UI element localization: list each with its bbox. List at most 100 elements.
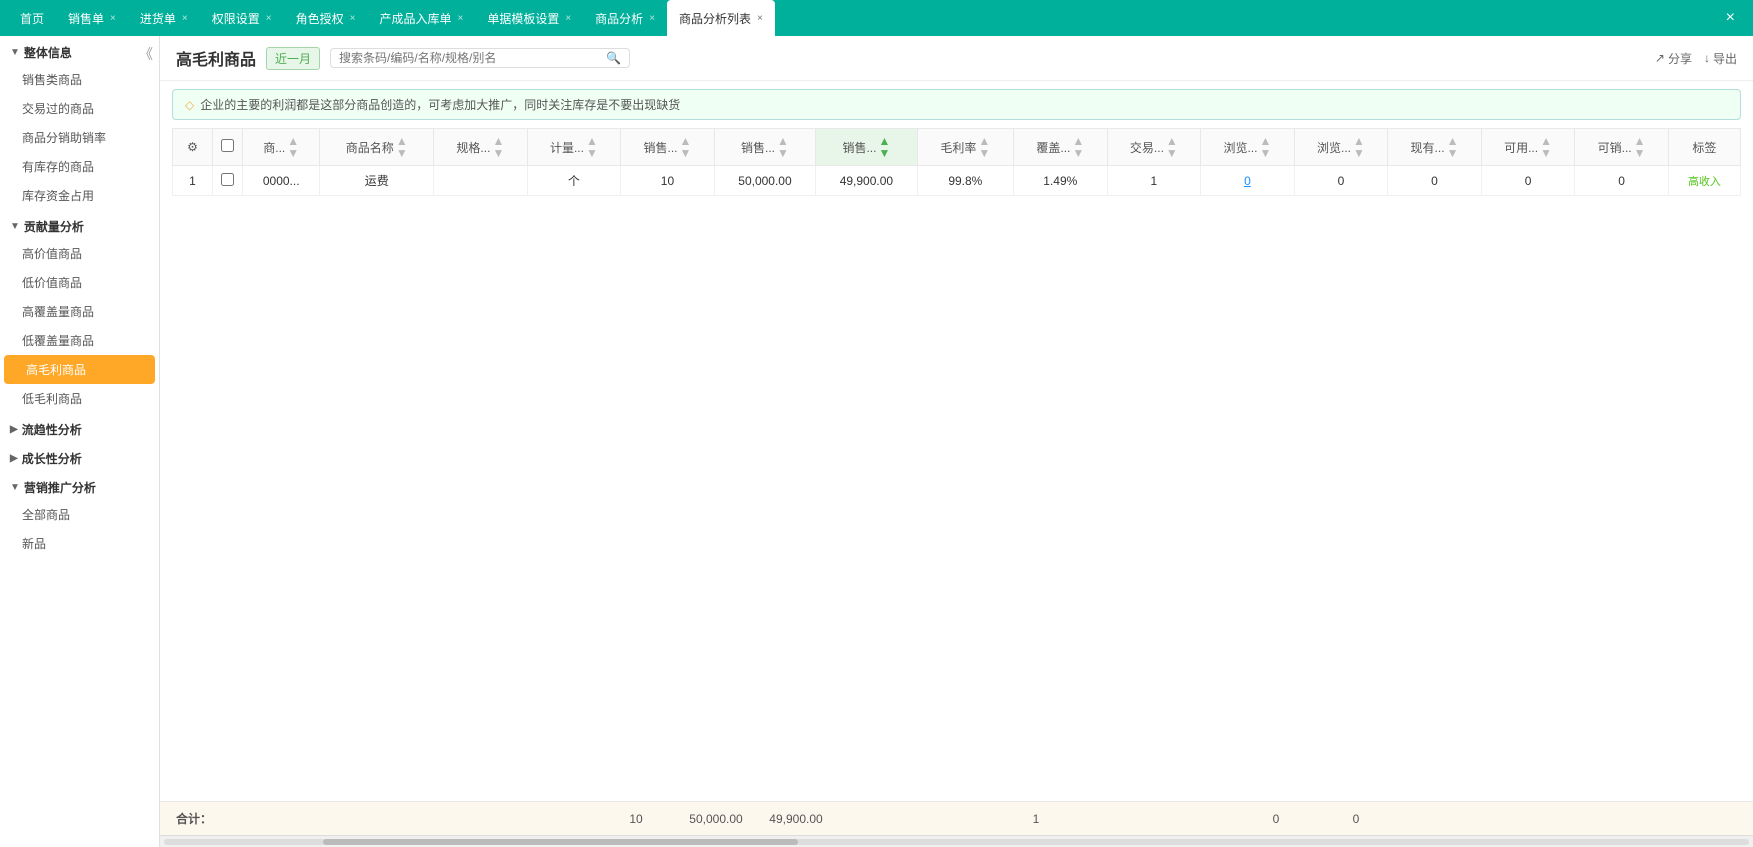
cell-saleable: 0	[1575, 166, 1669, 196]
close-inbound-icon[interactable]: ×	[457, 13, 463, 24]
col-coverage[interactable]: 覆盖... ▲▼	[1014, 129, 1108, 166]
cell-transaction: 1	[1107, 166, 1201, 196]
col-checkbox[interactable]	[213, 129, 243, 166]
sidebar-item-high-value[interactable]: 高价值商品	[0, 239, 159, 268]
close-analysis-list-icon[interactable]: ×	[757, 13, 763, 24]
col-code[interactable]: 商... ▲▼	[243, 129, 320, 166]
col-tag: 标签	[1668, 129, 1740, 166]
cell-available: 0	[1481, 166, 1575, 196]
col-sales2[interactable]: 销售... ▲▼	[714, 129, 815, 166]
sidebar-item-high-coverage[interactable]: 高覆盖量商品	[0, 297, 159, 326]
app-close-button[interactable]: ×	[1716, 9, 1745, 27]
trend-group-arrow: ▶	[10, 424, 18, 435]
sidebar-group-growth[interactable]: ▶ 成长性分析	[0, 442, 159, 471]
export-button[interactable]: ↓ 导出	[1704, 50, 1737, 67]
sidebar-group-overall[interactable]: ▼ 整体信息	[0, 36, 159, 65]
col-sales3[interactable]: 销售... ▲▼	[816, 129, 917, 166]
bottom-scrollbar[interactable]	[160, 835, 1753, 847]
cell-unit: 个	[527, 166, 621, 196]
cell-index: 1	[173, 166, 213, 196]
cell-current: 0	[1388, 166, 1482, 196]
sidebar-item-in-stock[interactable]: 有库存的商品	[0, 152, 159, 181]
footer-bar: 合计： 10 50,000.00 49,900.00 1 0 0	[160, 801, 1753, 835]
sidebar-group-trend[interactable]: ▶ 流趋性分析	[0, 413, 159, 442]
search-icon[interactable]: 🔍	[606, 51, 621, 65]
table-wrap: ⚙ 商... ▲▼	[160, 128, 1753, 801]
col-transaction[interactable]: 交易... ▲▼	[1107, 129, 1201, 166]
col-sales1[interactable]: 销售... ▲▼	[621, 129, 715, 166]
top-nav: 首页 销售单 × 进货单 × 权限设置 × 角色授权 × 产成品入库单 × 单据…	[0, 0, 1753, 36]
col-saleable[interactable]: 可销... ▲▼	[1575, 129, 1669, 166]
row-checkbox[interactable]	[221, 173, 234, 186]
table-row: 1 0000... 运费 个 10 50,000.00 49,900.00 99…	[173, 166, 1741, 196]
footer-cells: 10 50,000.00 49,900.00 1 0 0	[276, 812, 1737, 826]
close-purchase-icon[interactable]: ×	[182, 13, 188, 24]
browse1-link[interactable]: 0	[1244, 174, 1251, 188]
col-available[interactable]: 可用... ▲▼	[1481, 129, 1575, 166]
sidebar-group-contribution[interactable]: ▼ 贡献量分析	[0, 210, 159, 239]
col-name[interactable]: 商品名称 ▲▼	[320, 129, 434, 166]
search-wrap: 🔍	[330, 48, 630, 68]
nav-tab-inbound[interactable]: 产成品入库单 ×	[367, 0, 475, 36]
sidebar-item-distribution-rate[interactable]: 商品分销助销率	[0, 123, 159, 152]
cell-checkbox[interactable]	[213, 166, 243, 196]
filter-recent-month-button[interactable]: 近一月	[266, 47, 320, 70]
search-input[interactable]	[339, 51, 606, 65]
marketing-group-arrow: ▼	[10, 482, 20, 493]
nav-tab-template[interactable]: 单据模板设置 ×	[475, 0, 583, 36]
close-analysis-icon[interactable]: ×	[649, 13, 655, 24]
sidebar-item-low-coverage[interactable]: 低覆盖量商品	[0, 326, 159, 355]
cell-coverage: 1.49%	[1014, 166, 1108, 196]
col-gross-rate[interactable]: 毛利率 ▲▼	[917, 129, 1013, 166]
footer-sales1: 10	[596, 812, 676, 826]
sidebar-item-low-value[interactable]: 低价值商品	[0, 268, 159, 297]
footer-sales3: 49,900.00	[756, 812, 836, 826]
scrollbar-track[interactable]	[164, 839, 1749, 845]
nav-tab-home[interactable]: 首页	[8, 0, 56, 36]
close-permissions-icon[interactable]: ×	[266, 13, 272, 24]
data-table: ⚙ 商... ▲▼	[172, 128, 1741, 196]
footer-available: 0	[1316, 812, 1396, 826]
col-settings[interactable]: ⚙	[173, 129, 213, 166]
footer-current: 0	[1236, 812, 1316, 826]
sidebar-item-low-margin[interactable]: 低毛利商品	[0, 384, 159, 413]
sidebar-item-stock-capital[interactable]: 库存资金占用	[0, 181, 159, 210]
sidebar-item-all-goods[interactable]: 全部商品	[0, 500, 159, 529]
content-header: 高毛利商品 近一月 🔍 ↗ 分享 ↓ 导出	[160, 36, 1753, 81]
main-layout: 《 ▼ 整体信息 销售类商品 交易过的商品 商品分销助销率 有库存的商品 库存资…	[0, 36, 1753, 847]
nav-tab-permissions[interactable]: 权限设置 ×	[200, 0, 284, 36]
nav-tab-analysis-list[interactable]: 商品分析列表 ×	[667, 0, 775, 36]
header-actions: ↗ 分享 ↓ 导出	[1655, 50, 1737, 67]
share-icon: ↗	[1655, 51, 1665, 65]
col-browse1[interactable]: 浏览... ▲▼	[1201, 129, 1295, 166]
sidebar-item-new-goods[interactable]: 新品	[0, 529, 159, 558]
close-template-icon[interactable]: ×	[565, 13, 571, 24]
sidebar-group-marketing[interactable]: ▼ 营销推广分析	[0, 471, 159, 500]
nav-tab-roles[interactable]: 角色授权 ×	[284, 0, 368, 36]
cell-browse1[interactable]: 0	[1201, 166, 1295, 196]
sidebar-collapse-button[interactable]: 《	[139, 44, 153, 64]
select-all-checkbox[interactable]	[221, 139, 234, 152]
info-banner: ◇ 企业的主要的利润都是这部分商品创造的，可考虑加大推广，同时关注库存是不要出现…	[172, 89, 1741, 120]
col-current[interactable]: 现有... ▲▼	[1388, 129, 1482, 166]
share-button[interactable]: ↗ 分享	[1655, 50, 1692, 67]
sidebar-item-sales-goods[interactable]: 销售类商品	[0, 65, 159, 94]
table-header-row: ⚙ 商... ▲▼	[173, 129, 1741, 166]
cell-sales3: 49,900.00	[816, 166, 917, 196]
sidebar-item-traded-goods[interactable]: 交易过的商品	[0, 94, 159, 123]
scrollbar-thumb[interactable]	[323, 839, 799, 845]
close-sales-icon[interactable]: ×	[110, 13, 116, 24]
footer-total-label: 合计：	[176, 810, 276, 827]
nav-tab-purchase[interactable]: 进货单 ×	[128, 0, 200, 36]
col-unit[interactable]: 计量... ▲▼	[527, 129, 621, 166]
col-spec[interactable]: 规格... ▲▼	[434, 129, 528, 166]
cell-browse2: 0	[1294, 166, 1388, 196]
nav-tab-analysis[interactable]: 商品分析 ×	[583, 0, 667, 36]
nav-tab-sales[interactable]: 销售单 ×	[56, 0, 128, 36]
col-browse2[interactable]: 浏览... ▲▼	[1294, 129, 1388, 166]
info-icon: ◇	[185, 98, 194, 112]
close-roles-icon[interactable]: ×	[350, 13, 356, 24]
sidebar: 《 ▼ 整体信息 销售类商品 交易过的商品 商品分销助销率 有库存的商品 库存资…	[0, 36, 160, 847]
sidebar-item-high-margin[interactable]: 高毛利商品	[4, 355, 155, 384]
content-area: 高毛利商品 近一月 🔍 ↗ 分享 ↓ 导出	[160, 36, 1753, 847]
